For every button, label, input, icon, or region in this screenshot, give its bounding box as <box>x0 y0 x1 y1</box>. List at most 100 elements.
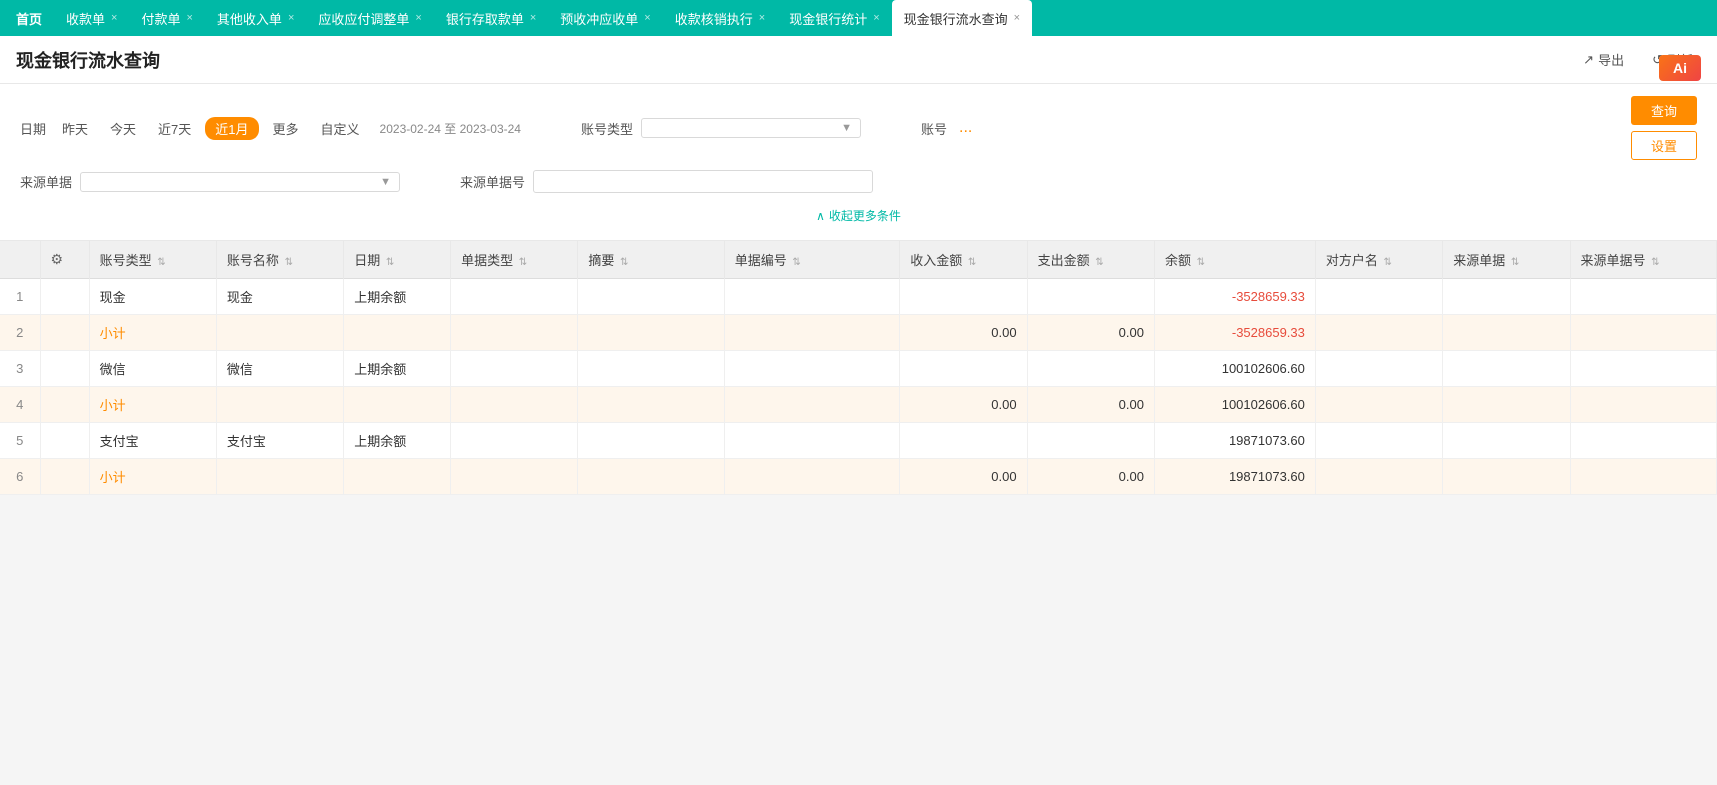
cell-summary <box>578 351 724 387</box>
nav-tab-8[interactable]: 现金银行流水查询 × <box>892 0 1032 36</box>
cell-counterparty <box>1315 423 1442 459</box>
cell-doc-type <box>451 387 578 423</box>
date-opt-custom[interactable]: 自定义 <box>313 117 368 140</box>
nav-tab-3[interactable]: 应收应付调整单 × <box>306 0 433 36</box>
collapse-up-icon: ∧ <box>816 209 825 223</box>
col-expense[interactable]: 支出金额 ⇅ <box>1027 241 1154 279</box>
cell-income <box>900 423 1027 459</box>
source-doc-select[interactable]: ▼ <box>80 172 400 192</box>
cell-checkbox <box>40 279 89 315</box>
nav-tab-5[interactable]: 预收冲应收单 × <box>548 0 662 36</box>
filter-row-1: 日期 昨天 今天 近7天 近1月 更多 自定义 2023-02-24 至 202… <box>20 96 1697 160</box>
col-source-doc[interactable]: 来源单据 ⇅ <box>1443 241 1570 279</box>
col-balance[interactable]: 余额 ⇅ <box>1154 241 1315 279</box>
cell-source-doc-no <box>1570 279 1716 315</box>
date-opt-7days[interactable]: 近7天 <box>150 117 199 140</box>
cell-account-type: 支付宝 <box>89 423 216 459</box>
col-account-name[interactable]: 账号名称 ⇅ <box>216 241 343 279</box>
date-opt-1month[interactable]: 近1月 <box>205 117 258 140</box>
settings-button[interactable]: 设置 <box>1631 131 1697 160</box>
cell-account-name: 现金 <box>216 279 343 315</box>
cell-account-name: 微信 <box>216 351 343 387</box>
cell-source-doc-no <box>1570 459 1716 495</box>
cell-counterparty <box>1315 387 1442 423</box>
export-button[interactable]: ↗ 导出 <box>1575 46 1632 73</box>
col-counterparty[interactable]: 对方户名 ⇅ <box>1315 241 1442 279</box>
source-doc-no-input[interactable] <box>533 170 873 193</box>
account-dots-button[interactable]: ... <box>955 119 976 137</box>
cell-source-doc-no <box>1570 423 1716 459</box>
nav-tab-2[interactable]: 其他收入单 × <box>205 0 306 36</box>
cell-income: 0.00 <box>900 387 1027 423</box>
close-icon-6[interactable]: × <box>759 12 765 24</box>
nav-home[interactable]: 首页 <box>4 0 54 36</box>
cell-expense: 0.00 <box>1027 315 1154 351</box>
cell-account-type: 小计 <box>89 459 216 495</box>
date-opt-yesterday[interactable]: 昨天 <box>54 117 96 140</box>
close-icon-8[interactable]: × <box>1014 12 1020 24</box>
cell-expense: 0.00 <box>1027 387 1154 423</box>
sort-icon-summary: ⇅ <box>620 257 628 268</box>
cell-income: 0.00 <box>900 315 1027 351</box>
cell-date: 上期余额 <box>344 351 451 387</box>
cell-balance: 19871073.60 <box>1154 459 1315 495</box>
cell-income <box>900 351 1027 387</box>
nav-tab-4[interactable]: 银行存取款单 × <box>434 0 548 36</box>
nav-tab-6[interactable]: 收款核销执行 × <box>663 0 777 36</box>
top-nav: 首页 收款单 × 付款单 × 其他收入单 × 应收应付调整单 × 银行存取款单 … <box>0 0 1717 36</box>
cell-summary <box>578 315 724 351</box>
cell-source-doc <box>1443 423 1570 459</box>
cell-doc-no <box>724 351 900 387</box>
cell-source-doc-no <box>1570 351 1716 387</box>
col-income[interactable]: 收入金额 ⇅ <box>900 241 1027 279</box>
cell-no: 4 <box>0 387 40 423</box>
col-source-doc-no[interactable]: 来源单据号 ⇅ <box>1570 241 1716 279</box>
cell-source-doc <box>1443 459 1570 495</box>
account-label: 账号 <box>921 119 947 138</box>
col-doc-no[interactable]: 单据编号 ⇅ <box>724 241 900 279</box>
close-icon-0[interactable]: × <box>111 12 117 24</box>
sort-icon-doc-type: ⇅ <box>519 257 527 268</box>
cell-balance: 100102606.60 <box>1154 351 1315 387</box>
nav-tab-1[interactable]: 付款单 × <box>129 0 204 36</box>
sort-icon-source-doc-no: ⇅ <box>1651 257 1659 268</box>
collapse-bar[interactable]: ∧ 收起更多条件 <box>20 203 1697 232</box>
sort-icon-expense: ⇅ <box>1095 257 1103 268</box>
ai-button[interactable]: Ai <box>1659 55 1701 81</box>
close-icon-3[interactable]: × <box>415 12 421 24</box>
filter-row-2: 来源单据 ▼ 来源单据号 <box>20 170 1697 193</box>
cell-doc-no <box>724 279 900 315</box>
date-filter-group: 日期 昨天 今天 近7天 近1月 更多 自定义 2023-02-24 至 202… <box>20 117 521 140</box>
date-opt-today[interactable]: 今天 <box>102 117 144 140</box>
col-doc-type[interactable]: 单据类型 ⇅ <box>451 241 578 279</box>
close-icon-2[interactable]: × <box>288 12 294 24</box>
nav-tab-0[interactable]: 收款单 × <box>54 0 129 36</box>
cell-source-doc-no <box>1570 387 1716 423</box>
cell-doc-type <box>451 315 578 351</box>
close-icon-7[interactable]: × <box>873 12 879 24</box>
col-summary[interactable]: 摘要 ⇅ <box>578 241 724 279</box>
close-icon-1[interactable]: × <box>186 12 192 24</box>
account-type-select[interactable]: ▼ <box>641 118 861 138</box>
close-icon-4[interactable]: × <box>530 12 536 24</box>
close-icon-5[interactable]: × <box>644 12 650 24</box>
col-date[interactable]: 日期 ⇅ <box>344 241 451 279</box>
cell-income <box>900 279 1027 315</box>
cell-expense <box>1027 279 1154 315</box>
col-gear[interactable]: ⚙ <box>40 241 89 279</box>
cell-doc-type <box>451 279 578 315</box>
col-account-type[interactable]: 账号类型 ⇅ <box>89 241 216 279</box>
sort-icon-account-name: ⇅ <box>285 257 293 268</box>
sort-icon-source-doc: ⇅ <box>1511 257 1519 268</box>
page-header: 现金银行流水查询 ↗ 导出 ↺ 刷新 Ai <box>0 36 1717 84</box>
cell-account-type: 小计 <box>89 315 216 351</box>
date-opt-more[interactable]: 更多 <box>265 117 307 140</box>
nav-tab-7[interactable]: 现金银行统计 × <box>777 0 891 36</box>
cell-balance: 100102606.60 <box>1154 387 1315 423</box>
source-doc-no-filter-group: 来源单据号 <box>460 170 873 193</box>
query-button[interactable]: 查询 <box>1631 96 1697 125</box>
source-doc-no-label: 来源单据号 <box>460 172 525 191</box>
table-row: 1现金现金上期余额-3528659.33 <box>0 279 1717 315</box>
cell-expense: 0.00 <box>1027 459 1154 495</box>
cell-no: 5 <box>0 423 40 459</box>
